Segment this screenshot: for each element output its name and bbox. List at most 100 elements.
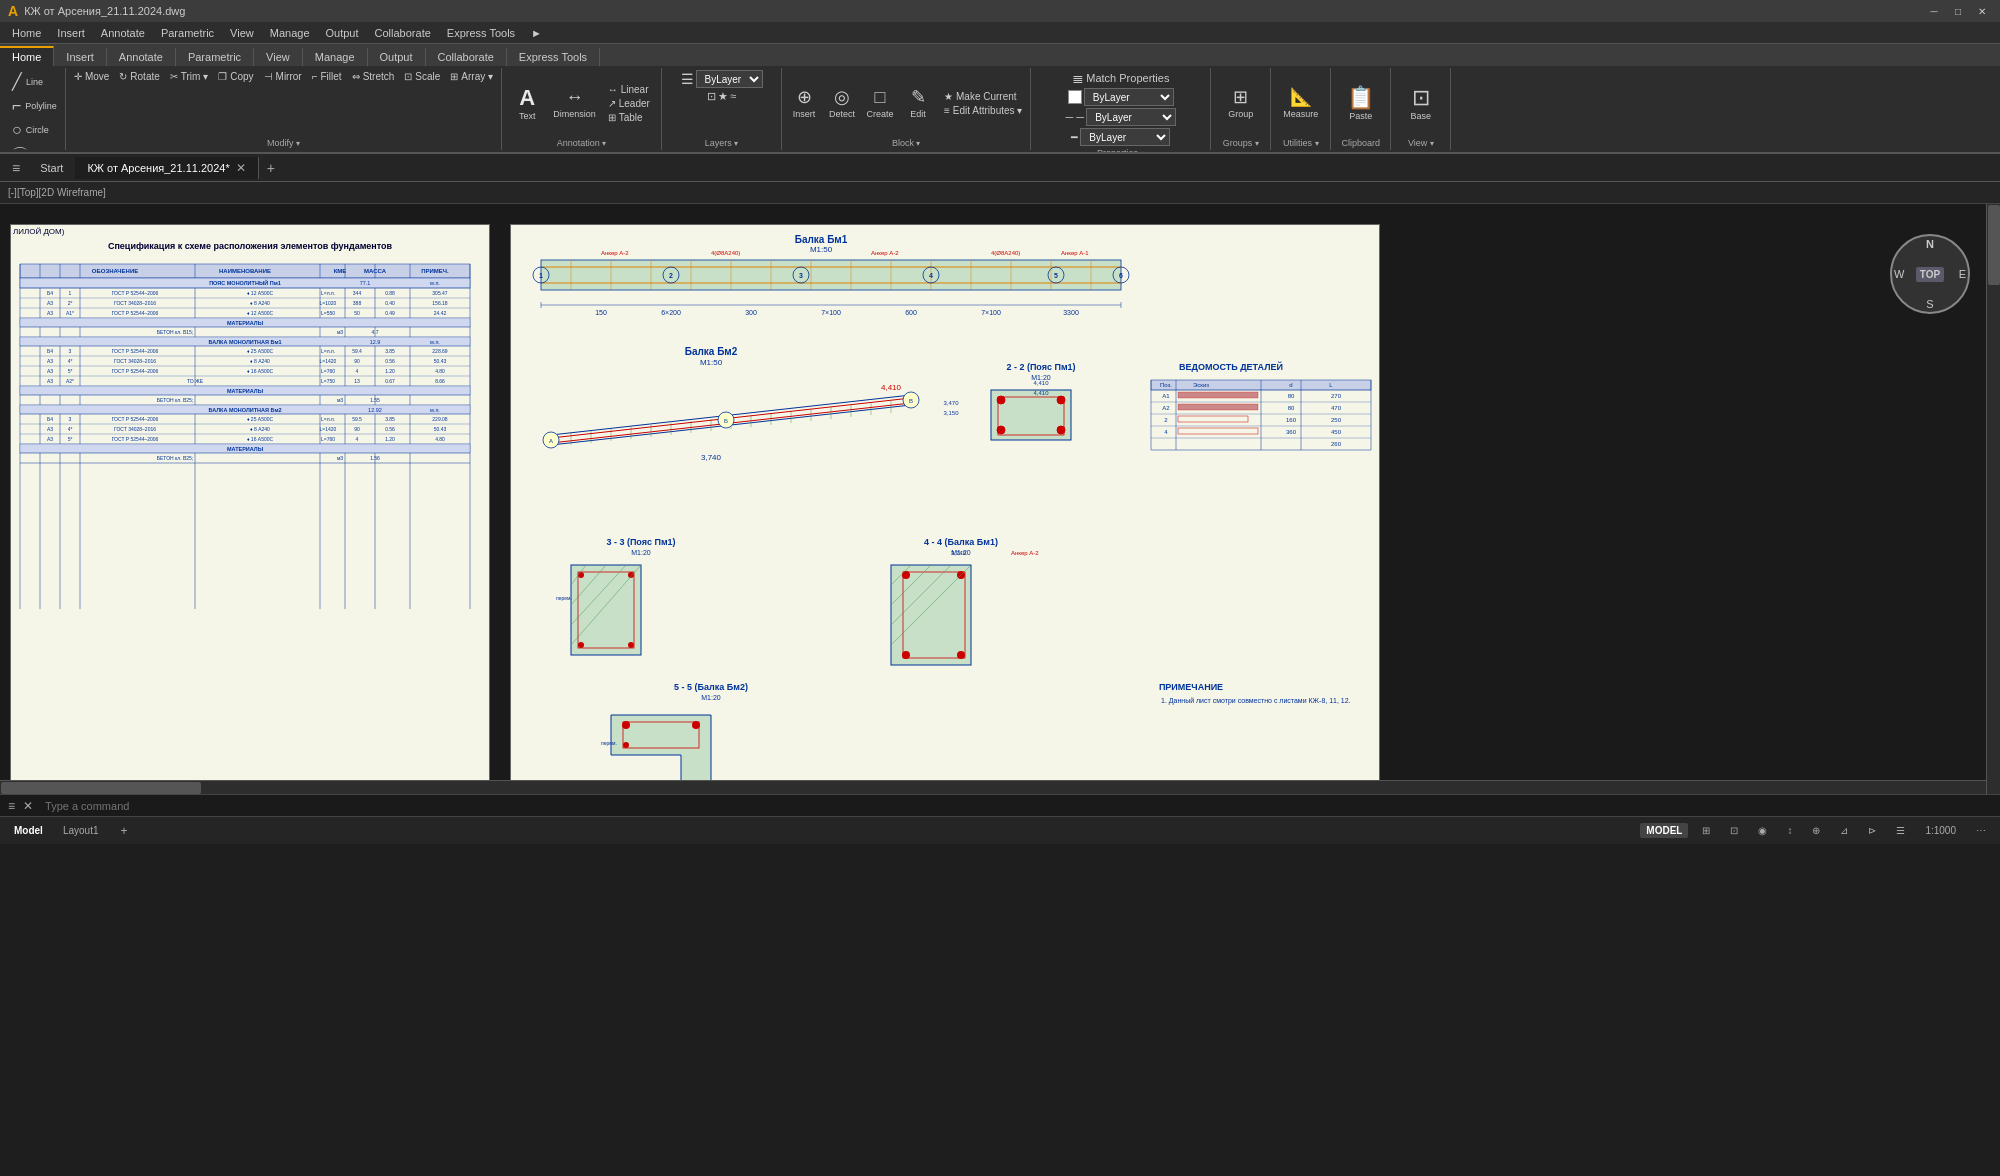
- stretch-button[interactable]: ⇔ Stretch: [348, 70, 399, 83]
- svg-text:4.80: 4.80: [435, 436, 445, 442]
- tab-home[interactable]: Home: [0, 46, 54, 66]
- active-tab[interactable]: КЖ от Арсения_21.11.2024* ✕: [75, 157, 258, 179]
- menu-express-tools[interactable]: Express Tools: [439, 25, 523, 41]
- menu-home[interactable]: Home: [4, 25, 49, 41]
- svg-text:ТО ЖЕ: ТО ЖЕ: [187, 378, 204, 384]
- edit-attributes-icon: ≡: [944, 105, 950, 116]
- start-tab[interactable]: Start: [28, 158, 75, 178]
- array-button[interactable]: ⊞ Array ▾: [446, 70, 497, 83]
- osnap-button[interactable]: ⊕: [1806, 823, 1826, 838]
- rotate-button[interactable]: ↻ Rotate: [115, 70, 163, 83]
- tab-express-tools[interactable]: Express Tools: [507, 48, 600, 66]
- otrack-button[interactable]: ⊿: [1834, 823, 1854, 838]
- ribbon-group-utilities: 📐 Measure Utilities ▾: [1271, 68, 1331, 150]
- tab-output[interactable]: Output: [368, 48, 426, 66]
- menu-output[interactable]: Output: [318, 25, 367, 41]
- copy-button[interactable]: ❐ Copy: [214, 70, 257, 83]
- menu-more[interactable]: ►: [523, 25, 550, 41]
- tab-close-button[interactable]: ✕: [236, 161, 246, 175]
- horizontal-scrollbar[interactable]: [0, 780, 1986, 794]
- tab-parametric[interactable]: Parametric: [176, 48, 254, 66]
- linetype-dropdown[interactable]: ByLayer: [1086, 108, 1176, 126]
- match-layer-icon[interactable]: ≈: [730, 90, 736, 103]
- hamburger-button[interactable]: ≡: [4, 156, 28, 180]
- color-dropdown[interactable]: ByLayer: [1084, 88, 1174, 106]
- circle-button[interactable]: ○ Circle: [8, 119, 61, 141]
- title-text: КЖ от Арсения_21.11.2024.dwg: [24, 5, 185, 17]
- top-button[interactable]: TOP: [1916, 267, 1944, 282]
- group-button[interactable]: ⊞ Group: [1223, 85, 1259, 121]
- svg-rect-280: [1178, 428, 1258, 434]
- create-button[interactable]: □ Create: [862, 85, 898, 121]
- trim-button[interactable]: ✂ Trim ▾: [166, 70, 212, 83]
- svg-text:1: 1: [539, 272, 543, 279]
- transparency-button[interactable]: ☰: [1890, 823, 1911, 838]
- fillet-button[interactable]: ⌐ Fillet: [308, 70, 346, 83]
- scale-display[interactable]: 1:1000: [1919, 823, 1962, 838]
- compass-e: E: [1959, 268, 1966, 280]
- svg-text:БАЛКА МОНОЛИТНАЯ Бм1: БАЛКА МОНОЛИТНАЯ Бм1: [208, 339, 281, 345]
- text-button[interactable]: A Text: [509, 83, 545, 123]
- snap-indicator[interactable]: MODEL: [1640, 823, 1688, 838]
- mirror-button[interactable]: ⊣ Mirror: [260, 70, 306, 83]
- tab-insert[interactable]: Insert: [54, 48, 107, 66]
- minimize-button[interactable]: ─: [1924, 3, 1944, 19]
- svg-text:77.1: 77.1: [360, 280, 371, 286]
- snap-button[interactable]: ⊡: [1724, 823, 1744, 838]
- table-button[interactable]: ⊞ Table: [604, 111, 654, 124]
- base-button[interactable]: ⊡ Base: [1403, 83, 1439, 123]
- add-layout-button[interactable]: +: [112, 820, 135, 842]
- tab-view[interactable]: View: [254, 48, 303, 66]
- dimension-button[interactable]: ↔ Dimension: [549, 85, 600, 121]
- paste-button[interactable]: 📋 Paste: [1343, 83, 1379, 123]
- linear-button[interactable]: ↔ Linear: [604, 83, 654, 96]
- command-input[interactable]: [41, 796, 841, 816]
- svg-text:1: 1: [69, 290, 72, 296]
- polyline-button[interactable]: ⌐ Polyline: [8, 95, 61, 117]
- canvas-area[interactable]: ЛИЛОЙ ДОМ) Спецификация к схеме располож…: [0, 204, 2000, 794]
- arc-button[interactable]: ⌒ Arc: [8, 143, 61, 152]
- cancel-icon[interactable]: ✕: [19, 799, 37, 813]
- tab-manage[interactable]: Manage: [303, 48, 368, 66]
- menu-view[interactable]: View: [222, 25, 262, 41]
- grid-button[interactable]: ⊞: [1696, 823, 1716, 838]
- layer-dropdown[interactable]: ByLayer: [696, 70, 763, 88]
- svg-text:БЕТОН кл. В15;: БЕТОН кл. В15;: [157, 329, 194, 335]
- menu-annotate[interactable]: Annotate: [93, 25, 153, 41]
- ortho-button[interactable]: ◉: [1752, 823, 1773, 838]
- menu-collaborate[interactable]: Collaborate: [367, 25, 439, 41]
- create-icon: □: [875, 87, 886, 109]
- filter-icon[interactable]: ≡: [4, 799, 19, 813]
- main-area: ЛИЛОЙ ДОМ) Спецификация к схеме располож…: [0, 204, 2000, 794]
- close-button[interactable]: ✕: [1972, 3, 1992, 19]
- lineweight-button[interactable]: ⊳: [1862, 823, 1882, 838]
- detect-button[interactable]: ◎ Detect: [824, 85, 860, 121]
- layout1-tab[interactable]: Layout1: [57, 823, 105, 838]
- svg-text:М1:50: М1:50: [810, 245, 833, 254]
- menu-manage[interactable]: Manage: [262, 25, 318, 41]
- lineweight-dropdown[interactable]: ByLayer: [1080, 128, 1170, 146]
- menu-insert[interactable]: Insert: [49, 25, 93, 41]
- move-button[interactable]: ✛ Move: [70, 70, 113, 83]
- line-button[interactable]: ╱ Line: [8, 70, 61, 93]
- scale-button[interactable]: ⊡ Scale: [400, 70, 444, 83]
- edit-attributes-button[interactable]: ≡ Edit Attributes ▾: [940, 104, 1026, 117]
- polar-button[interactable]: ↕: [1781, 823, 1798, 838]
- measure-button[interactable]: 📐 Measure: [1279, 85, 1322, 121]
- svg-text:L=760: L=760: [321, 368, 335, 374]
- make-current-button[interactable]: ★ Make Current: [940, 90, 1026, 103]
- layer-make-current-icon[interactable]: ★: [718, 90, 728, 103]
- tab-collaborate[interactable]: Collaborate: [426, 48, 507, 66]
- add-tab-button[interactable]: +: [259, 156, 283, 180]
- edit-block-button[interactable]: ✎ Edit: [900, 85, 936, 121]
- svg-text:228.69: 228.69: [432, 348, 448, 354]
- more-settings-button[interactable]: ⋯: [1970, 823, 1992, 838]
- array-label: Array ▾: [461, 71, 493, 82]
- vertical-scrollbar[interactable]: [1986, 204, 2000, 794]
- insert-button[interactable]: ⊕ Insert: [786, 85, 822, 121]
- tab-annotate[interactable]: Annotate: [107, 48, 176, 66]
- menu-parametric[interactable]: Parametric: [153, 25, 222, 41]
- model-tab[interactable]: Model: [8, 823, 49, 838]
- leader-button[interactable]: ↗ Leader: [604, 97, 654, 110]
- maximize-button[interactable]: □: [1948, 3, 1968, 19]
